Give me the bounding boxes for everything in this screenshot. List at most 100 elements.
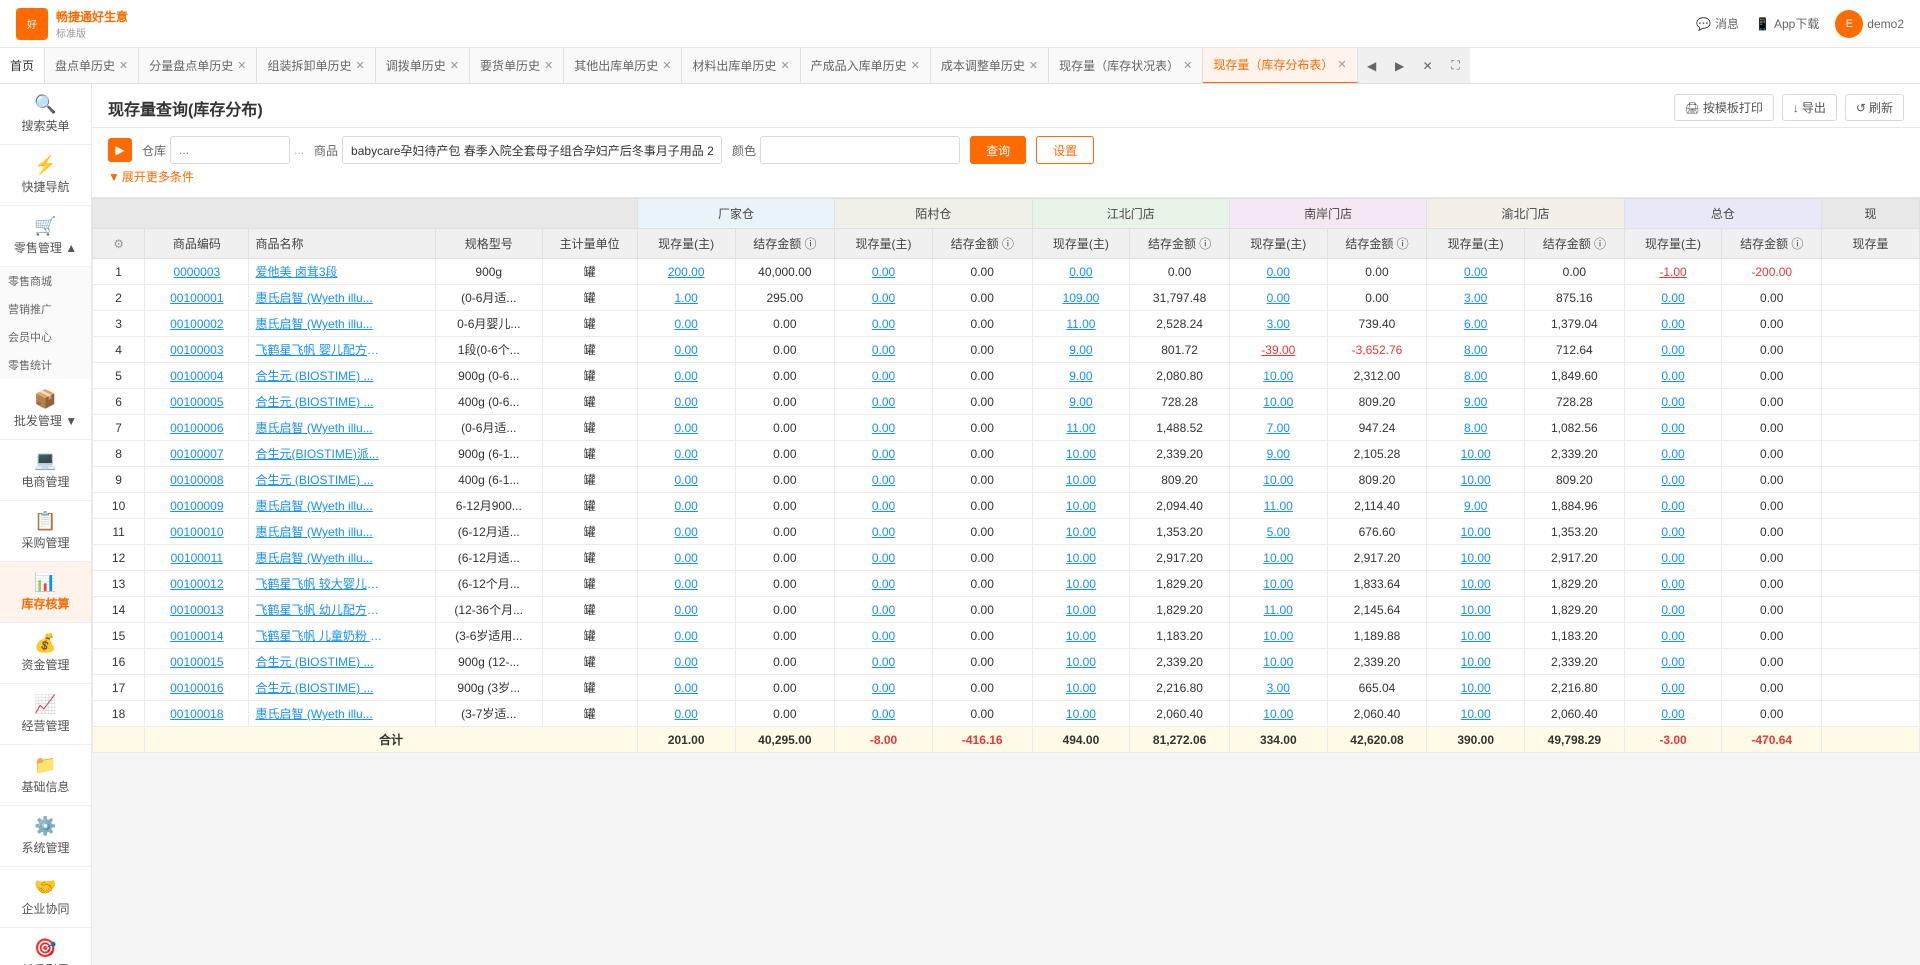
num-link[interactable]: 10.00 bbox=[1263, 655, 1293, 669]
num-link[interactable]: 3.00 bbox=[1267, 317, 1290, 331]
tab-qtcl[interactable]: 其他出库单历史 ✕ bbox=[564, 48, 682, 84]
tot-qty-link[interactable]: 0.00 bbox=[1661, 603, 1684, 617]
name-link[interactable]: 飞鹤星飞帆 婴儿配方奶... bbox=[255, 341, 385, 358]
num-link[interactable]: 9.00 bbox=[1464, 499, 1487, 513]
name-link[interactable]: 飞鹤星飞帆 幼儿配方奶... bbox=[255, 601, 385, 618]
close-icon[interactable]: ✕ bbox=[119, 59, 128, 72]
num-link[interactable]: 0.00 bbox=[872, 655, 895, 669]
num-link[interactable]: 0.00 bbox=[872, 317, 895, 331]
code-link[interactable]: 00100005 bbox=[170, 395, 223, 409]
tot-qty-link[interactable]: 0.00 bbox=[1661, 499, 1684, 513]
num-link[interactable]: 0.00 bbox=[872, 343, 895, 357]
num-link[interactable]: 10.00 bbox=[1461, 655, 1491, 669]
name-link[interactable]: 惠氏启智 (Wyeth illu... bbox=[255, 705, 372, 722]
num-link[interactable]: 1.00 bbox=[674, 291, 697, 305]
num-link[interactable]: 0.00 bbox=[872, 707, 895, 721]
tab-xcl1[interactable]: 现存量（库存状况表） ✕ bbox=[1049, 48, 1203, 84]
name-link[interactable]: 惠氏启智 (Wyeth illu... bbox=[255, 289, 372, 306]
num-link[interactable]: 10.00 bbox=[1263, 369, 1293, 383]
query-btn[interactable]: 查询 bbox=[970, 136, 1026, 164]
name-link[interactable]: 飞鹤星飞帆 较大婴儿配... bbox=[255, 575, 385, 592]
num-link[interactable]: 11.00 bbox=[1264, 499, 1293, 513]
name-link[interactable]: 惠氏启智 (Wyeth illu... bbox=[255, 549, 372, 566]
name-link[interactable]: 合生元 (BIOSTIME) ... bbox=[255, 679, 373, 696]
name-link[interactable]: 惠氏启智 (Wyeth illu... bbox=[255, 315, 372, 332]
tab-prev-btn[interactable]: ◀ bbox=[1358, 48, 1386, 84]
tot-qty-link[interactable]: 0.00 bbox=[1661, 317, 1684, 331]
tab-fpdl[interactable]: 分量盘点单历史 ✕ bbox=[139, 48, 257, 84]
tot-qty-link[interactable]: -1.00 bbox=[1659, 265, 1686, 279]
name-link[interactable]: 惠氏启智 (Wyeth illu... bbox=[255, 523, 372, 540]
num-link[interactable]: 10.00 bbox=[1461, 681, 1491, 695]
code-link[interactable]: 00100004 bbox=[170, 369, 223, 383]
tot-qty-link[interactable]: 0.00 bbox=[1661, 707, 1684, 721]
num-link[interactable]: 10.00 bbox=[1461, 473, 1491, 487]
num-link[interactable]: 0.00 bbox=[872, 603, 895, 617]
num-link[interactable]: 10.00 bbox=[1066, 603, 1096, 617]
num-link[interactable]: 0.00 bbox=[674, 473, 697, 487]
code-link[interactable]: 00100006 bbox=[170, 421, 223, 435]
num-link[interactable]: 10.00 bbox=[1461, 525, 1491, 539]
num-link[interactable]: 10.00 bbox=[1066, 499, 1096, 513]
num-link[interactable]: 0.00 bbox=[872, 629, 895, 643]
sidebar-item-ecom[interactable]: 💻 电商管理 bbox=[0, 440, 91, 501]
num-link[interactable]: 3.00 bbox=[1464, 291, 1487, 305]
num-link[interactable]: 0.00 bbox=[674, 369, 697, 383]
code-link[interactable]: 0000003 bbox=[173, 265, 220, 279]
num-link[interactable]: 0.00 bbox=[872, 681, 895, 695]
num-link[interactable]: 0.00 bbox=[674, 317, 697, 331]
num-link[interactable]: 11.00 bbox=[1066, 317, 1095, 331]
name-link[interactable]: 合生元 (BIOSTIME) ... bbox=[255, 471, 373, 488]
num-link[interactable]: 9.00 bbox=[1464, 395, 1487, 409]
num-link[interactable]: 0.00 bbox=[674, 707, 697, 721]
num-link[interactable]: 3.00 bbox=[1267, 681, 1290, 695]
num-link[interactable]: 10.00 bbox=[1263, 577, 1293, 591]
sidebar-item-purchase[interactable]: 📋 采购管理 bbox=[0, 501, 91, 562]
close-icon[interactable]: ✕ bbox=[1183, 59, 1192, 72]
th-gear[interactable]: ⚙ bbox=[93, 229, 145, 259]
code-link[interactable]: 00100009 bbox=[170, 499, 223, 513]
tab-close-btn[interactable]: ✕ bbox=[1414, 48, 1442, 84]
num-link[interactable]: 10.00 bbox=[1066, 577, 1096, 591]
num-link[interactable]: 8.00 bbox=[1464, 369, 1487, 383]
tab-clcl[interactable]: 材料出库单历史 ✕ bbox=[682, 48, 800, 84]
tot-qty-link[interactable]: 0.00 bbox=[1661, 447, 1684, 461]
close-icon[interactable]: ✕ bbox=[911, 59, 920, 72]
code-link[interactable]: 00100002 bbox=[170, 317, 223, 331]
name-link[interactable]: 飞鹤星飞帆 儿童奶粉 4... bbox=[255, 627, 385, 644]
tab-zzcl[interactable]: 组装拆卸单历史 ✕ bbox=[257, 48, 375, 84]
tot-qty-link[interactable]: 0.00 bbox=[1661, 291, 1684, 305]
code-link[interactable]: 00100010 bbox=[170, 525, 223, 539]
code-link[interactable]: 00100007 bbox=[170, 447, 223, 461]
num-link[interactable]: 0.00 bbox=[872, 577, 895, 591]
num-link[interactable]: 0.00 bbox=[674, 551, 697, 565]
sidebar-sub-member[interactable]: 会员中心 bbox=[0, 323, 91, 351]
num-link[interactable]: 0.00 bbox=[872, 369, 895, 383]
code-link[interactable]: 00100001 bbox=[170, 291, 223, 305]
tot-qty-link[interactable]: 0.00 bbox=[1661, 629, 1684, 643]
num-link[interactable]: 8.00 bbox=[1464, 343, 1487, 357]
num-link[interactable]: 8.00 bbox=[1464, 421, 1487, 435]
num-link[interactable]: 7.00 bbox=[1267, 421, 1290, 435]
num-link[interactable]: 0.00 bbox=[674, 655, 697, 669]
color-input[interactable] bbox=[760, 136, 960, 164]
num-link[interactable]: 10.00 bbox=[1066, 707, 1096, 721]
num-link[interactable]: 9.00 bbox=[1069, 395, 1092, 409]
tot-qty-link[interactable]: 0.00 bbox=[1661, 655, 1684, 669]
tab-cbtz[interactable]: 成本调整单历史 ✕ bbox=[931, 48, 1049, 84]
code-link[interactable]: 00100015 bbox=[170, 655, 223, 669]
sidebar-item-basic[interactable]: 📁 基础信息 bbox=[0, 745, 91, 806]
num-link[interactable]: 0.00 bbox=[872, 525, 895, 539]
num-link[interactable]: 0.00 bbox=[674, 577, 697, 591]
tab-cpcl[interactable]: 产成品入库单历史 ✕ bbox=[801, 48, 931, 84]
num-link[interactable]: 0.00 bbox=[1464, 265, 1487, 279]
num-link[interactable]: 0.00 bbox=[674, 629, 697, 643]
num-link[interactable]: 0.00 bbox=[674, 447, 697, 461]
num-link[interactable]: 10.00 bbox=[1461, 629, 1491, 643]
num-link[interactable]: 109.00 bbox=[1063, 291, 1100, 305]
warehouse-picker-btn[interactable]: ... bbox=[294, 143, 304, 157]
num-link[interactable]: 10.00 bbox=[1263, 473, 1293, 487]
app-download-btn[interactable]: 📱 App下载 bbox=[1755, 15, 1819, 32]
num-link[interactable]: 11.00 bbox=[1066, 421, 1095, 435]
setting-btn[interactable]: 设置 bbox=[1036, 136, 1094, 164]
